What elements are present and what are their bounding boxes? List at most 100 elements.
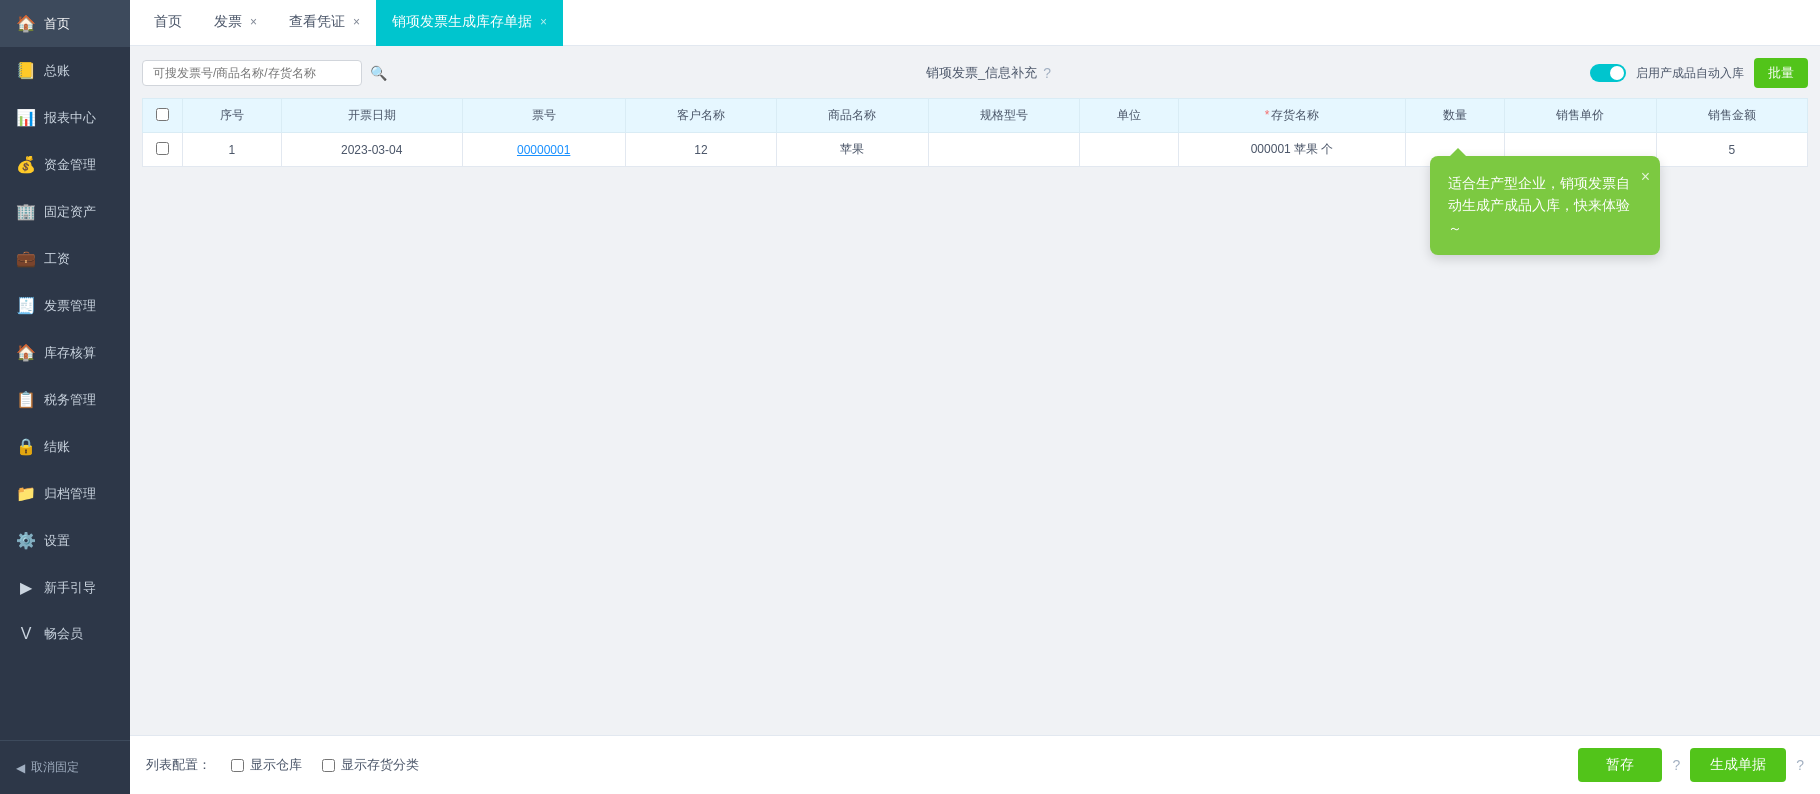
header-seq: 序号 — [183, 99, 282, 133]
sidebar-item-label: 资金管理 — [44, 156, 96, 174]
sidebar-item-closing[interactable]: 🔒 结账 — [0, 423, 130, 470]
row-spec — [928, 133, 1079, 167]
list-config-label: 列表配置： — [146, 756, 211, 774]
guide-icon: ▶ — [16, 578, 36, 597]
sidebar-item-label: 发票管理 — [44, 297, 96, 315]
sidebar-item-label: 结账 — [44, 438, 70, 456]
tab-sales-invoice[interactable]: 销项发票生成库存单据 × — [376, 0, 563, 46]
batch-button[interactable]: 批量 — [1754, 58, 1808, 88]
save-button[interactable]: 暂存 — [1578, 748, 1662, 782]
row-inventory: 000001 苹果 个 — [1178, 133, 1406, 167]
generate-button[interactable]: 生成单据 — [1690, 748, 1786, 782]
ledger-icon: 📒 — [16, 61, 36, 80]
tax-icon: 📋 — [16, 390, 36, 409]
sidebar-bottom: ◀ 取消固定 — [0, 740, 130, 794]
show-warehouse-label: 显示仓库 — [250, 756, 302, 774]
sidebar-item-general-ledger[interactable]: 📒 总账 — [0, 47, 130, 94]
sidebar-item-tax-mgmt[interactable]: 📋 税务管理 — [0, 376, 130, 423]
info-icon[interactable]: ? — [1043, 65, 1051, 81]
sidebar-item-label: 归档管理 — [44, 485, 96, 503]
tab-view-voucher-close[interactable]: × — [353, 15, 360, 29]
tab-home-label: 首页 — [154, 13, 182, 31]
sidebar-item-label: 总账 — [44, 62, 70, 80]
sidebar-item-archive[interactable]: 📁 归档管理 — [0, 470, 130, 517]
sidebar-item-funds[interactable]: 💰 资金管理 — [0, 141, 130, 188]
main-area: 首页 发票 × 查看凭证 × 销项发票生成库存单据 × 🔍 销项发票_信息补充 … — [130, 0, 1820, 794]
row-checkbox-col — [143, 133, 183, 167]
row-checkbox[interactable] — [156, 142, 169, 155]
header-quantity: 数量 — [1406, 99, 1505, 133]
pin-icon: ◀ — [16, 761, 25, 775]
tab-invoice-close[interactable]: × — [250, 15, 257, 29]
sidebar-item-settings[interactable]: ⚙️ 设置 — [0, 517, 130, 564]
sidebar-item-vip[interactable]: V 畅会员 — [0, 611, 130, 657]
save-info-icon[interactable]: ? — [1672, 757, 1680, 773]
header-unit: 单位 — [1080, 99, 1179, 133]
sidebar-item-reports[interactable]: 📊 报表中心 — [0, 94, 130, 141]
toolbar-right: 启用产成品自动入库 批量 — [1590, 58, 1808, 88]
search-input[interactable] — [142, 60, 362, 86]
sidebar-item-salary[interactable]: 💼 工资 — [0, 235, 130, 282]
sidebar-item-guide[interactable]: ▶ 新手引导 — [0, 564, 130, 611]
auto-warehouse-toggle[interactable] — [1590, 64, 1626, 82]
show-category-group: 显示存货分类 — [322, 756, 419, 774]
tab-invoice-label: 发票 — [214, 13, 242, 31]
tab-home[interactable]: 首页 — [138, 0, 198, 46]
sidebar-item-label: 库存核算 — [44, 344, 96, 362]
cancel-pin-btn[interactable]: ◀ 取消固定 — [0, 749, 130, 786]
show-warehouse-group: 显示仓库 — [231, 756, 302, 774]
sidebar-item-label: 报表中心 — [44, 109, 96, 127]
sidebar-item-fixed-assets[interactable]: 🏢 固定资产 — [0, 188, 130, 235]
select-all-checkbox[interactable] — [156, 108, 169, 121]
row-customer: 12 — [625, 133, 776, 167]
sidebar-item-invoice-mgmt[interactable]: 🧾 发票管理 — [0, 282, 130, 329]
sidebar-item-label: 新手引导 — [44, 579, 96, 597]
tab-sales-invoice-label: 销项发票生成库存单据 — [392, 13, 532, 31]
header-product: 商品名称 — [777, 99, 928, 133]
sidebar-item-inventory[interactable]: 🏠 库存核算 — [0, 329, 130, 376]
sidebar-item-label: 税务管理 — [44, 391, 96, 409]
header-inventory: *存货名称 — [1178, 99, 1406, 133]
tab-view-voucher[interactable]: 查看凭证 × — [273, 0, 376, 46]
bottom-bar: 列表配置： 显示仓库 显示存货分类 暂存 ? 生成单据 ? — [130, 735, 1820, 794]
closing-icon: 🔒 — [16, 437, 36, 456]
vip-icon: V — [16, 625, 36, 643]
tooltip-close-btn[interactable]: × — [1641, 164, 1650, 190]
show-warehouse-checkbox[interactable] — [231, 759, 244, 772]
settings-icon: ⚙️ — [16, 531, 36, 550]
tab-bar: 首页 发票 × 查看凭证 × 销项发票生成库存单据 × — [130, 0, 1820, 46]
row-product: 苹果 — [777, 133, 928, 167]
tab-sales-invoice-close[interactable]: × — [540, 15, 547, 29]
search-icon[interactable]: 🔍 — [370, 65, 387, 81]
assets-icon: 🏢 — [16, 202, 36, 221]
sidebar-item-label: 首页 — [44, 15, 70, 33]
show-category-label: 显示存货分类 — [341, 756, 419, 774]
row-ticket-no[interactable]: 00000001 — [462, 133, 625, 167]
bottom-actions: 暂存 ? 生成单据 ? — [1578, 748, 1804, 782]
sidebar-item-home[interactable]: 🏠 首页 — [0, 0, 130, 47]
tooltip-popup: × 适合生产型企业，销项发票自动生成产成品入库，快来体验～ — [1430, 156, 1660, 255]
toolbar-center: 销项发票_信息补充 ? — [926, 64, 1051, 82]
row-date: 2023-03-04 — [281, 133, 462, 167]
table-header-row: 序号 开票日期 票号 客户名称 商品名称 规格型号 单位 *存货名称 数量 销售… — [143, 99, 1808, 133]
header-ticket-no: 票号 — [462, 99, 625, 133]
sidebar-item-label: 工资 — [44, 250, 70, 268]
cancel-pin-label: 取消固定 — [31, 759, 79, 776]
funds-icon: 💰 — [16, 155, 36, 174]
row-amount: 5 — [1656, 133, 1808, 167]
sidebar: 🏠 首页 📒 总账 📊 报表中心 💰 资金管理 🏢 固定资产 💼 工资 🧾 发票… — [0, 0, 130, 794]
toolbar: 🔍 销项发票_信息补充 ? 启用产成品自动入库 批量 — [142, 58, 1808, 88]
tab-invoice[interactable]: 发票 × — [198, 0, 273, 46]
header-amount: 销售金额 — [1656, 99, 1808, 133]
home-icon: 🏠 — [16, 14, 36, 33]
sidebar-item-label: 设置 — [44, 532, 70, 550]
center-label: 销项发票_信息补充 — [926, 64, 1037, 82]
header-spec: 规格型号 — [928, 99, 1079, 133]
show-category-checkbox[interactable] — [322, 759, 335, 772]
inventory-icon: 🏠 — [16, 343, 36, 362]
header-customer: 客户名称 — [625, 99, 776, 133]
generate-info-icon[interactable]: ? — [1796, 757, 1804, 773]
invoice-icon: 🧾 — [16, 296, 36, 315]
toggle-label: 启用产成品自动入库 — [1636, 65, 1744, 82]
salary-icon: 💼 — [16, 249, 36, 268]
